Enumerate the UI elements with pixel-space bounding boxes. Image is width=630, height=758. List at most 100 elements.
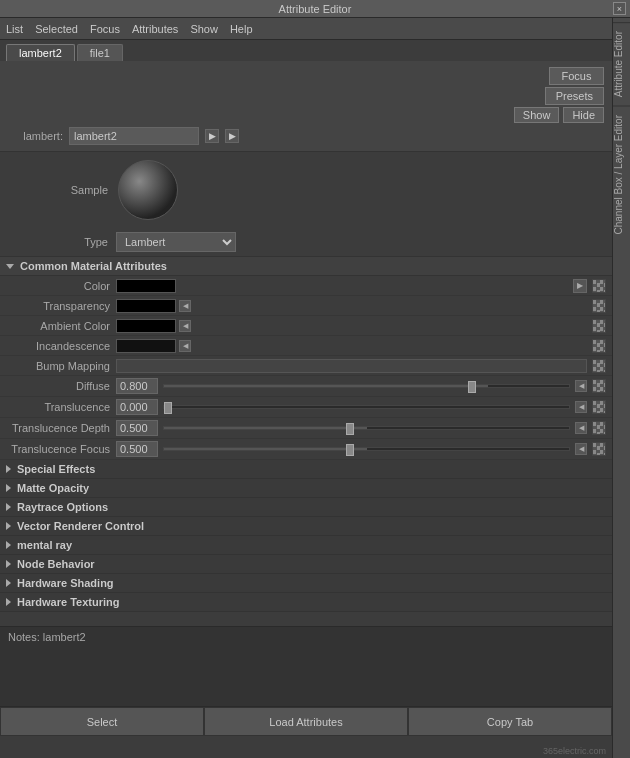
matte-opacity-title: Matte Opacity [17,482,89,494]
attr-value-translucence: ◀ [116,399,606,415]
raytrace-options-section[interactable]: Raytrace Options [0,498,612,517]
color-arrow-btn[interactable]: ▶ [573,279,587,293]
hardware-texturing-triangle [6,598,11,606]
menu-selected[interactable]: Selected [35,23,78,35]
menu-show[interactable]: Show [190,23,218,35]
attr-label-transparency: Transparency [6,300,116,312]
diffuse-end-btn[interactable] [592,379,606,393]
ambient-end-btn[interactable] [592,319,606,333]
translucence-check[interactable]: ◀ [575,401,587,413]
table-row: Bump Mapping [0,356,612,376]
hardware-shading-triangle [6,579,11,587]
trans-focus-slider[interactable] [163,447,570,451]
presets-button[interactable]: Presets [545,87,604,105]
menu-list[interactable]: List [6,23,23,35]
notes-area: Notes: lambert2 [0,626,612,706]
sample-sphere [118,160,178,220]
mental-ray-section[interactable]: mental ray [0,536,612,555]
common-material-section-header[interactable]: Common Material Attributes [0,257,612,276]
table-row: Incandescence ◀ [0,336,612,356]
section-triangle-open [6,264,14,269]
show-button[interactable]: Show [514,107,560,123]
node-behavior-section[interactable]: Node Behavior [0,555,612,574]
translucence-input[interactable] [116,399,158,415]
attr-value-transparency: ◀ [116,299,606,313]
lambert-arrow-right[interactable]: ▶ [225,129,239,143]
special-effects-title: Special Effects [17,463,95,475]
title-bar: Attribute Editor × [0,0,630,18]
sample-row: Sample [0,152,612,228]
bottom-spacer [0,612,612,622]
transparency-end-btn[interactable] [592,299,606,313]
mental-ray-title: mental ray [17,539,72,551]
tab-file1[interactable]: file1 [77,44,123,61]
table-row: Translucence Depth ◀ [0,418,612,439]
side-panel: Attribute Editor Channel Box / Layer Edi… [612,18,630,758]
node-behavior-title: Node Behavior [17,558,95,570]
copy-tab-button[interactable]: Copy Tab [408,707,612,736]
attr-value-trans-focus: ◀ [116,441,606,457]
matte-opacity-triangle [6,484,11,492]
special-effects-section[interactable]: Special Effects [0,460,612,479]
menu-attributes[interactable]: Attributes [132,23,178,35]
node-behavior-triangle [6,560,11,568]
trans-depth-input[interactable] [116,420,158,436]
color-swatch-incandescence[interactable] [116,339,176,353]
transparency-check[interactable]: ◀ [179,300,191,312]
incandescence-end-btn[interactable] [592,339,606,353]
bump-end-btn[interactable] [592,359,606,373]
color-swatch-color[interactable] [116,279,176,293]
attr-value-diffuse: ◀ [116,378,606,394]
lambert-arrow-up[interactable]: ▶ [205,129,219,143]
hide-button[interactable]: Hide [563,107,604,123]
attr-value-bump [116,359,606,373]
translucence-end-btn[interactable] [592,400,606,414]
tab-lambert2[interactable]: lambert2 [6,44,75,61]
trans-depth-slider[interactable] [163,426,570,430]
trans-focus-input[interactable] [116,441,158,457]
attr-label-ambient: Ambient Color [6,320,116,332]
color-swatch-ambient[interactable] [116,319,176,333]
trans-focus-check[interactable]: ◀ [575,443,587,455]
matte-opacity-section[interactable]: Matte Opacity [0,479,612,498]
mental-ray-triangle [6,541,11,549]
raytrace-options-title: Raytrace Options [17,501,108,513]
select-button[interactable]: Select [0,707,204,736]
load-attributes-button[interactable]: Load Attributes [204,707,408,736]
raytrace-options-triangle [6,503,11,511]
title-bar-text: Attribute Editor [279,3,352,15]
common-material-title: Common Material Attributes [20,260,167,272]
trans-focus-thumb[interactable] [346,444,354,456]
diffuse-input[interactable] [116,378,158,394]
color-swatch-transparency[interactable] [116,299,176,313]
ambient-check[interactable]: ◀ [179,320,191,332]
hardware-shading-section[interactable]: Hardware Shading [0,574,612,593]
table-row: Ambient Color ◀ [0,316,612,336]
table-row: Transparency ◀ [0,296,612,316]
menu-focus[interactable]: Focus [90,23,120,35]
trans-focus-end-btn[interactable] [592,442,606,456]
translucence-thumb[interactable] [164,402,172,414]
menu-bar: List Selected Focus Attributes Show Help [0,18,612,40]
trans-depth-thumb[interactable] [346,423,354,435]
focus-button[interactable]: Focus [549,67,604,85]
table-row: Color ▶ [0,276,612,296]
hardware-texturing-section[interactable]: Hardware Texturing [0,593,612,612]
diffuse-thumb[interactable] [468,381,476,393]
hardware-texturing-title: Hardware Texturing [17,596,120,608]
lambert-input[interactable] [69,127,199,145]
attributes-area[interactable]: Common Material Attributes Color ▶ Trans… [0,257,612,626]
diffuse-slider[interactable] [163,384,570,388]
diffuse-check[interactable]: ◀ [575,380,587,392]
notes-label: Notes: lambert2 [8,631,604,643]
translucence-slider[interactable] [163,405,570,409]
type-select[interactable]: Lambert [116,232,236,252]
color-end-btn[interactable] [592,279,606,293]
attr-value-color: ▶ [116,279,606,293]
trans-depth-end-btn[interactable] [592,421,606,435]
vector-renderer-section[interactable]: Vector Renderer Control [0,517,612,536]
incandescence-check[interactable]: ◀ [179,340,191,352]
trans-depth-check[interactable]: ◀ [575,422,587,434]
close-button[interactable]: × [613,2,626,15]
menu-help[interactable]: Help [230,23,253,35]
